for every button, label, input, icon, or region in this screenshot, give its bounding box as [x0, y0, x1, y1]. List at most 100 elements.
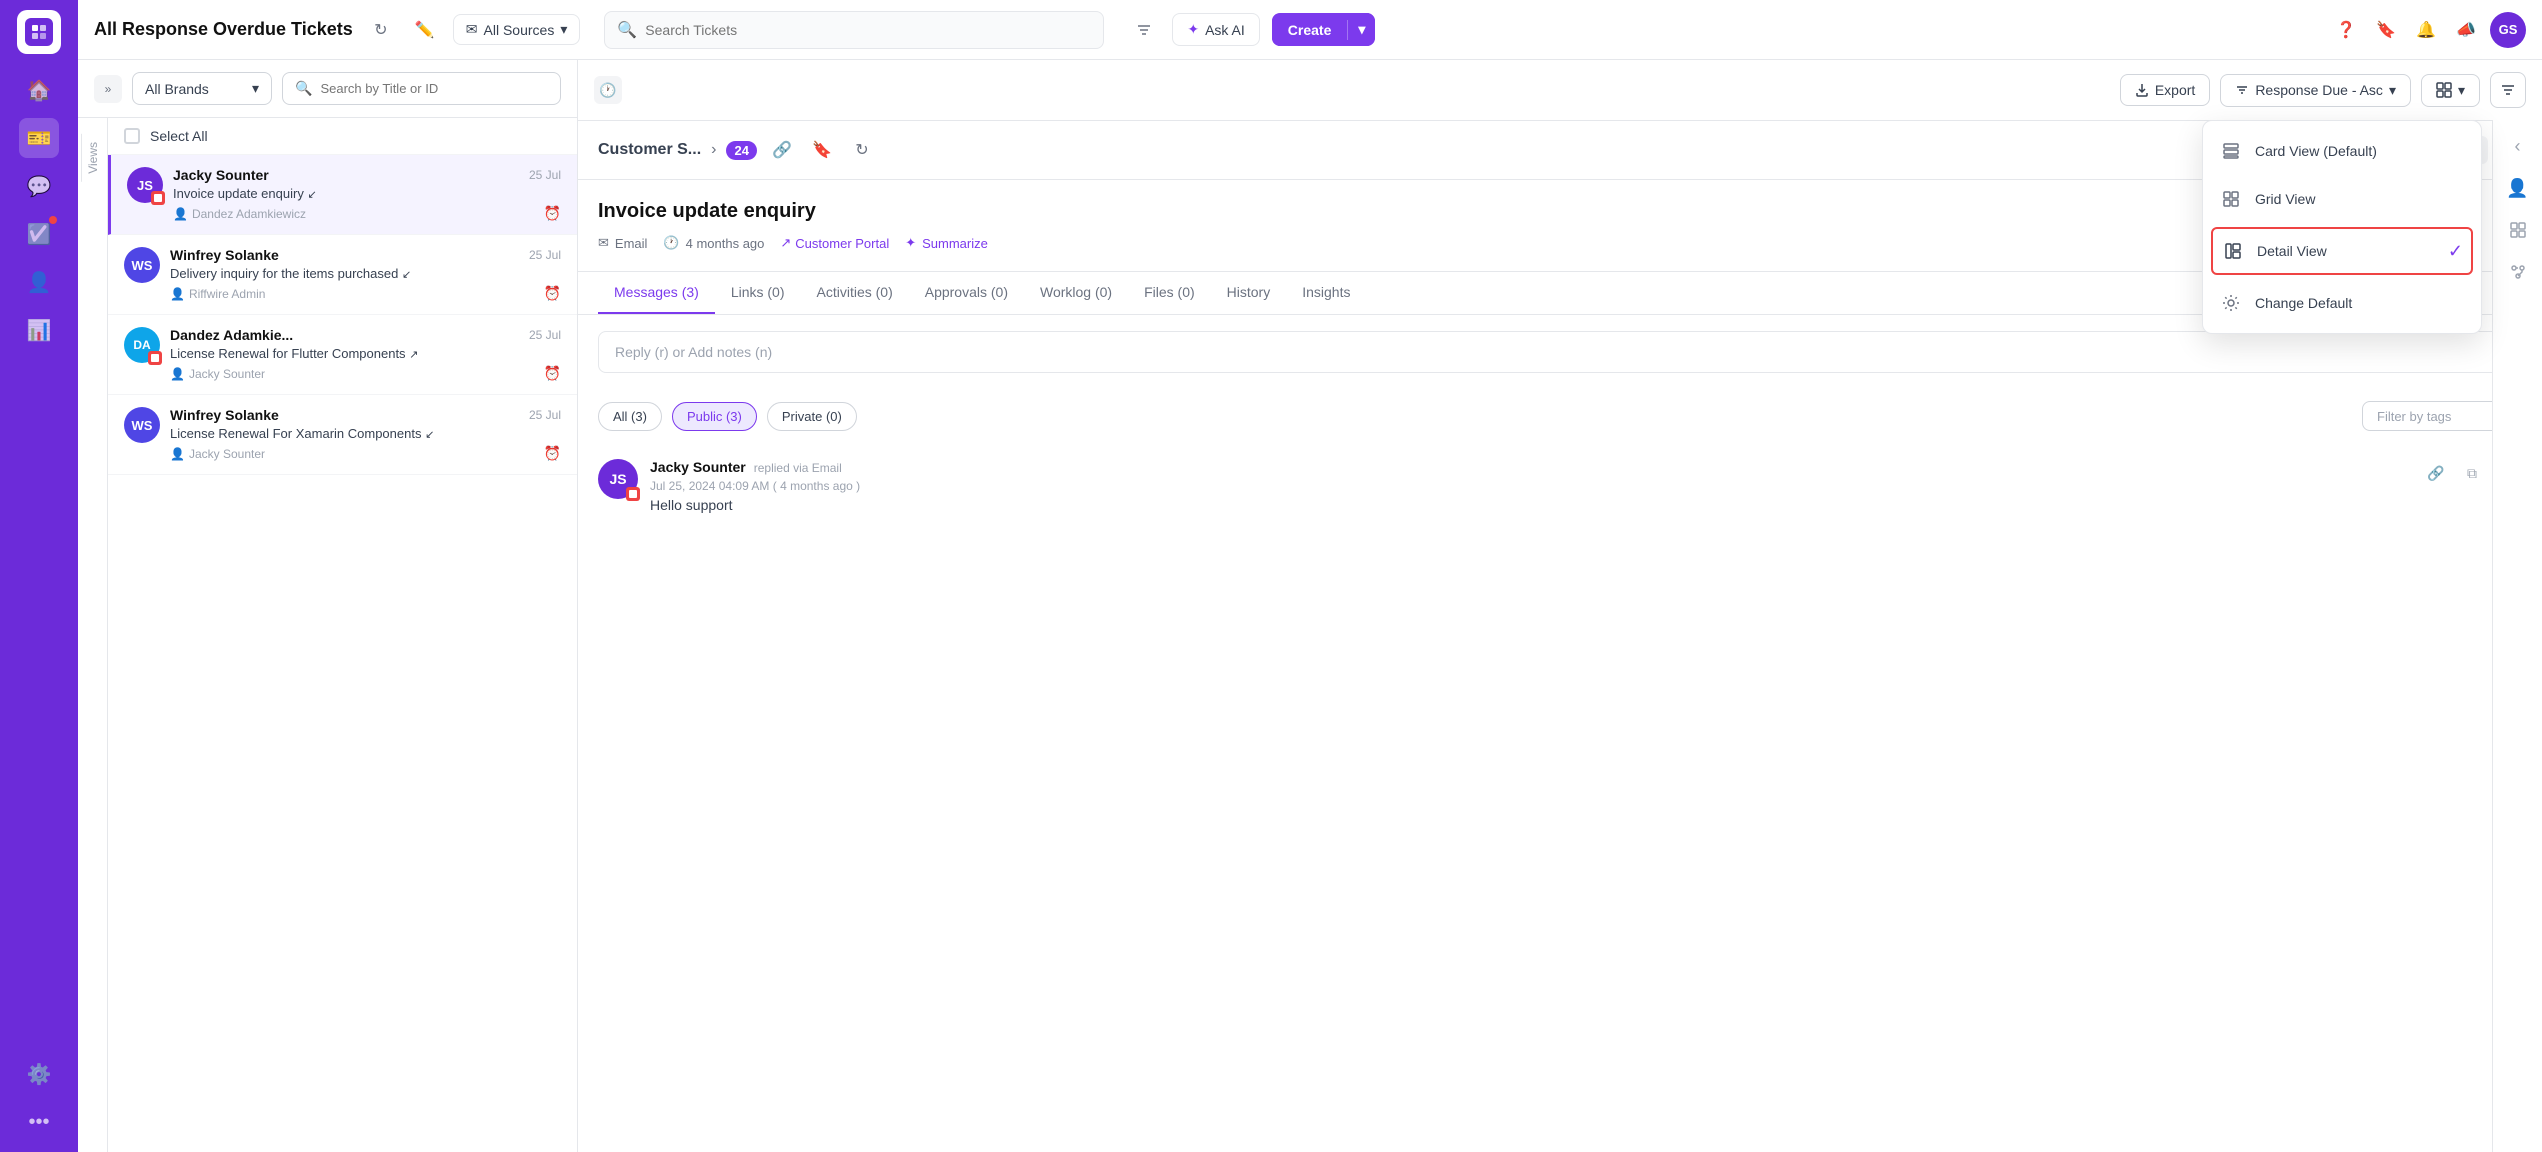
ticket-item[interactable]: JS Jacky Sounter 25 Jul Invoice — [108, 155, 577, 235]
create-chevron-icon: ▾ — [1358, 21, 1365, 38]
sort-button[interactable]: Response Due - Asc ▾ — [2220, 74, 2411, 107]
filter-all[interactable]: All (3) — [598, 402, 662, 431]
tab-activities[interactable]: Activities (0) — [801, 272, 909, 314]
filter-icon-button[interactable] — [1128, 14, 1160, 46]
dropdown-item-card-view[interactable]: Card View (Default) — [2203, 127, 2481, 175]
clock-icon: 🕐 — [594, 76, 622, 104]
select-all-checkbox[interactable] — [124, 128, 140, 144]
tab-approvals[interactable]: Approvals (0) — [909, 272, 1024, 314]
export-button[interactable]: Export — [2120, 74, 2210, 106]
create-label: Create — [1288, 22, 1332, 38]
filter-tags-label: Filter by tags — [2377, 409, 2451, 424]
create-button-group: Create ▾ — [1272, 13, 1376, 46]
sidebar-item-more[interactable]: ••• — [19, 1102, 59, 1142]
sidebar-item-settings[interactable]: ⚙️ — [19, 1054, 59, 1094]
edit-button[interactable]: ✏️ — [409, 14, 441, 46]
message-link-button[interactable]: 🔗 — [2422, 459, 2450, 487]
link-icon-button[interactable]: 🔗 — [767, 135, 797, 165]
refresh-icon-button[interactable]: ↻ — [847, 135, 877, 165]
dropdown-item-change-default[interactable]: Change Default — [2203, 279, 2481, 327]
panel-integration-button[interactable] — [2500, 254, 2536, 290]
ask-ai-button[interactable]: ✦ Ask AI — [1172, 13, 1259, 46]
message-avatar-initials: JS — [609, 471, 626, 487]
right-panel: 🕐 Export Response Due - Asc ▾ — [578, 60, 2542, 1152]
ticket-content: Winfrey Solanke 25 Jul Delivery inquiry … — [170, 247, 561, 302]
urgent-badge — [148, 351, 162, 365]
message-urgent-badge — [626, 487, 640, 501]
brand-label: All Brands — [145, 81, 209, 97]
time-ago-label: 4 months ago — [686, 236, 765, 251]
collapse-panel-button[interactable]: » — [94, 75, 122, 103]
summarize-button[interactable]: ✦ Summarize — [905, 235, 988, 251]
ticket-footer: 👤 Dandez Adamkiewicz ⏰ — [173, 205, 561, 222]
create-dropdown-button[interactable]: ▾ — [1348, 13, 1375, 46]
double-chevron-icon: » — [105, 82, 112, 96]
ticket-assignee: 👤 Jacky Sounter — [170, 367, 265, 381]
source-selector[interactable]: ✉ All Sources ▾ — [453, 14, 581, 45]
external-link-icon: ↗ — [780, 235, 791, 251]
dropdown-item-grid-view[interactable]: Grid View — [2203, 175, 2481, 223]
create-button[interactable]: Create — [1272, 14, 1348, 46]
message-header: Jacky Sounter replied via Email — [650, 459, 2410, 475]
app-logo[interactable] — [17, 10, 61, 54]
ticket-search-box[interactable]: 🔍 — [282, 72, 561, 105]
ticket-item[interactable]: WS Winfrey Solanke 25 Jul Delivery inqui… — [108, 235, 577, 315]
filter-public[interactable]: Public (3) — [672, 402, 757, 431]
logo-inner — [25, 18, 53, 46]
tab-history[interactable]: History — [1211, 272, 1287, 314]
refresh-button[interactable]: ↻ — [365, 14, 397, 46]
view-chevron-icon: ▾ — [2458, 82, 2465, 99]
advanced-filter-button[interactable] — [2490, 72, 2526, 108]
ai-icon: ✦ — [1187, 21, 1199, 38]
tab-links[interactable]: Links (0) — [715, 272, 801, 314]
user-avatar[interactable]: GS — [2490, 12, 2526, 48]
card-view-icon — [2219, 139, 2243, 163]
assignee-icon: 👤 — [170, 287, 185, 301]
bookmark-button[interactable]: 🔖 — [2370, 14, 2402, 46]
panel-contacts-button[interactable]: 👤 — [2500, 170, 2536, 206]
message-body: Jacky Sounter replied via Email Jul 25, … — [650, 459, 2410, 513]
dropdown-item-detail-view[interactable]: Detail View ✓ — [2211, 227, 2473, 275]
sidebar-item-reports[interactable]: 📊 — [19, 310, 59, 350]
sidebar-item-messages[interactable]: 💬 — [19, 166, 59, 206]
ticket-item[interactable]: DA Dandez Adamkie... 25 Jul Lic — [108, 315, 577, 395]
search-icon: 🔍 — [617, 20, 637, 40]
tab-insights[interactable]: Insights — [1286, 272, 1366, 314]
view-toggle-button[interactable]: ▾ — [2421, 74, 2480, 107]
view-dropdown-menu: Card View (Default) Grid View — [2202, 120, 2482, 334]
ticket-footer: 👤 Riffwire Admin ⏰ — [170, 285, 561, 302]
message-filters: All (3) Public (3) Private (0) Filter by… — [578, 389, 2542, 443]
panel-expand-button[interactable]: ‹ — [2500, 128, 2536, 164]
customer-portal-link[interactable]: ↗ Customer Portal — [780, 235, 889, 251]
ticket-time: 🕐 4 months ago — [663, 235, 764, 251]
ticket-list-area: Views Select All JS — [78, 118, 577, 1152]
brand-selector[interactable]: All Brands ▾ — [132, 72, 272, 105]
search-input[interactable] — [645, 12, 1091, 48]
sidebar-item-tickets[interactable]: 🎫 — [19, 118, 59, 158]
select-all-row: Select All — [108, 118, 577, 155]
ticket-list: Select All JS — [108, 118, 577, 1152]
ticket-avatar: DA — [124, 327, 160, 363]
content-area: » All Brands ▾ 🔍 Views — [78, 60, 2542, 1152]
filter-private[interactable]: Private (0) — [767, 402, 857, 431]
tab-worklog[interactable]: Worklog (0) — [1024, 272, 1128, 314]
message-item: JS Jacky Sounter replied via Email Jul 2… — [598, 459, 2522, 513]
ticket-search-input[interactable] — [320, 81, 548, 96]
message-copy-button[interactable]: ⧉ — [2458, 459, 2486, 487]
ticket-title: Invoice update enquiry ↙ — [173, 186, 561, 201]
ticket-date: 25 Jul — [529, 168, 561, 182]
reply-input[interactable]: Reply (r) or Add notes (n) — [598, 331, 2522, 373]
search-container: 🔍 — [604, 11, 1104, 49]
notifications-button[interactable]: 🔔 — [2410, 14, 2442, 46]
panel-apps-button[interactable] — [2500, 212, 2536, 248]
tab-messages[interactable]: Messages (3) — [598, 272, 715, 314]
ticket-assignee: 👤 Riffwire Admin — [170, 287, 265, 301]
announcements-button[interactable]: 📣 — [2450, 14, 2482, 46]
help-button[interactable]: ❓ — [2330, 14, 2362, 46]
tab-files[interactable]: Files (0) — [1128, 272, 1211, 314]
sidebar-item-contacts[interactable]: 👤 — [19, 262, 59, 302]
sidebar-item-home[interactable]: 🏠 — [19, 70, 59, 110]
overdue-icon: ⏰ — [544, 285, 561, 302]
ticket-item[interactable]: WS Winfrey Solanke 25 Jul License Renewa… — [108, 395, 577, 475]
bookmark-icon-button[interactable]: 🔖 — [807, 135, 837, 165]
